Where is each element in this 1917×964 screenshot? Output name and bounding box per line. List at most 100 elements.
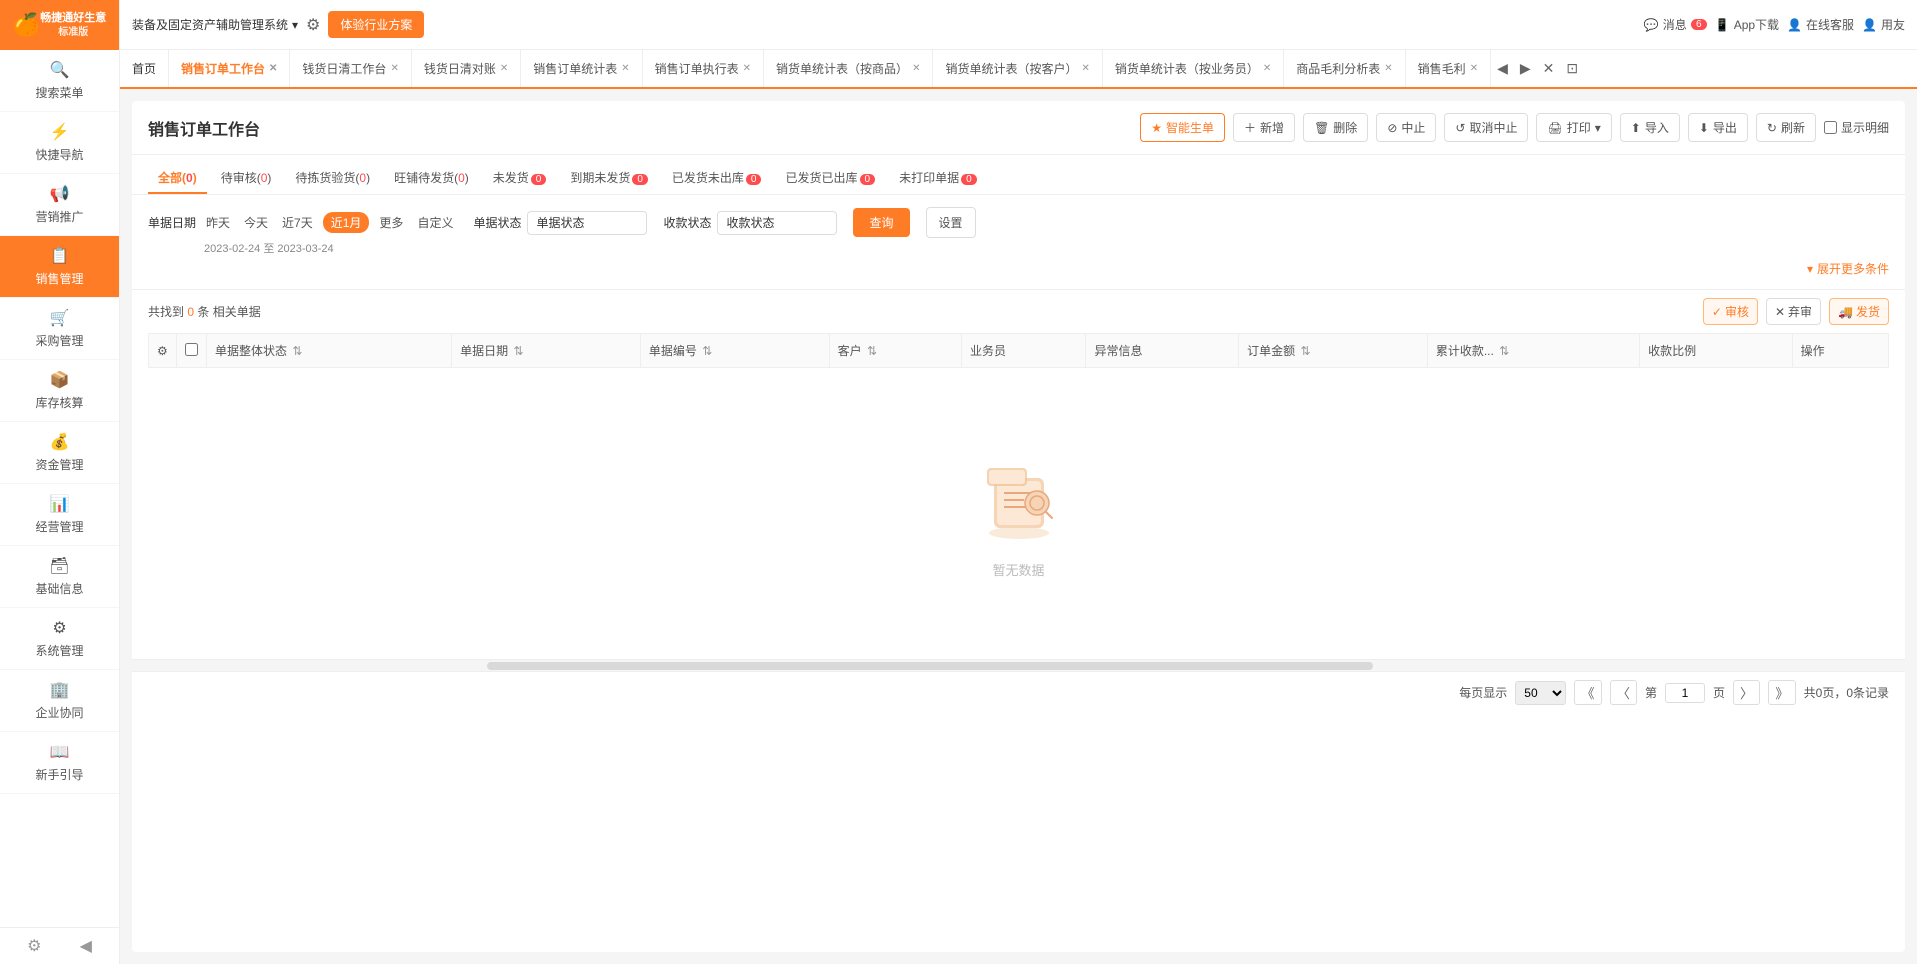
tab-close-sales-order-exec[interactable]: ✕: [743, 63, 751, 74]
tab-close-sales-profit[interactable]: ✕: [1470, 63, 1478, 74]
sidebar-item-marketing[interactable]: 📢 营销推广: [0, 174, 119, 236]
date-opt-custom[interactable]: 自定义: [413, 212, 457, 233]
select-all-checkbox[interactable]: [185, 343, 198, 356]
message-btn[interactable]: 💬 消息 6: [1644, 16, 1707, 33]
sub-tab-all[interactable]: 全部(0): [148, 163, 207, 194]
sub-tab-pending-inspect[interactable]: 待拣货验货(0): [285, 163, 380, 194]
tab-cash-reconcile[interactable]: 钱货日清对账 ✕: [412, 50, 521, 87]
scrollbar-thumb[interactable]: [487, 662, 1374, 670]
sub-tab-wangpu-pending-ship[interactable]: 旺铺待发货(0): [384, 163, 479, 194]
show-detail-checkbox[interactable]: [1824, 121, 1837, 134]
th-date-sort[interactable]: ⇅: [513, 344, 523, 358]
expand-filter-btn[interactable]: ▾ 展开更多条件: [1807, 260, 1889, 277]
sub-tab-not-shipped[interactable]: 未发货0: [483, 163, 557, 194]
th-number-sort[interactable]: ⇅: [702, 344, 712, 358]
export-btn[interactable]: ⬇ 导出: [1688, 113, 1748, 142]
column-settings-icon[interactable]: ⚙: [157, 344, 168, 358]
sidebar-item-purchase[interactable]: 🛒 采购管理: [0, 298, 119, 360]
topbar-gear-icon[interactable]: ⚙: [306, 15, 320, 35]
sidebar-item-inventory[interactable]: 📦 库存核算: [0, 360, 119, 422]
last-page-btn[interactable]: 》: [1768, 680, 1795, 705]
sidebar-item-basic[interactable]: 🗃 基础信息: [0, 546, 119, 608]
tab-product-margin[interactable]: 商品毛利分析表 ✕: [1284, 50, 1405, 87]
cancel-suspend-btn[interactable]: ↺ 取消中止: [1444, 113, 1528, 142]
query-btn[interactable]: 查询: [853, 208, 909, 237]
status-select[interactable]: 单据状态: [527, 211, 647, 235]
download-icon: 📱: [1715, 18, 1730, 32]
payment-select[interactable]: 收款状态: [717, 211, 837, 235]
new-btn[interactable]: ＋ 新增: [1233, 113, 1295, 142]
next-page-btn[interactable]: 〉: [1733, 680, 1760, 705]
approve-icon: ✓: [1712, 305, 1722, 319]
tab-close-cash-reconcile[interactable]: ✕: [500, 63, 508, 74]
sidebar-item-search[interactable]: 🔍 搜索菜单: [0, 50, 119, 112]
th-status-sort[interactable]: ⇅: [292, 344, 302, 358]
sub-tab-not-printed[interactable]: 未打印单据0: [889, 163, 987, 194]
ship-btn[interactable]: 🚚 发货: [1829, 298, 1889, 325]
tab-close-cash-daily[interactable]: ✕: [390, 63, 398, 74]
tab-close-sales-stats-customer[interactable]: ✕: [1081, 63, 1089, 74]
suspend-btn[interactable]: ⊘ 中止: [1376, 113, 1436, 142]
tab-cash-daily[interactable]: 钱货日清工作台 ✕: [290, 50, 411, 87]
first-page-btn[interactable]: 《: [1574, 680, 1601, 705]
sidebar-settings-icon[interactable]: ⚙: [27, 936, 41, 956]
tab-close-sales-order-stats[interactable]: ✕: [621, 63, 629, 74]
tab-close-product-margin[interactable]: ✕: [1384, 63, 1392, 74]
th-amount-sort[interactable]: ⇅: [1300, 344, 1310, 358]
prev-page-btn[interactable]: 〈: [1610, 680, 1637, 705]
app-download-btn[interactable]: 📱 App下载: [1715, 16, 1779, 33]
tab-sales-order-stats[interactable]: 销售订单统计表 ✕: [521, 50, 642, 87]
tab-home[interactable]: 首页: [120, 50, 169, 87]
refresh-btn[interactable]: ↻ 刷新: [1756, 113, 1816, 142]
tab-sales-stats-by-customer[interactable]: 销货单统计表（按客户） ✕: [933, 50, 1102, 87]
th-customer-sort[interactable]: ⇅: [867, 344, 877, 358]
ai-btn[interactable]: ★ 智能生单: [1140, 113, 1225, 142]
tab-close-sales-stats-staff[interactable]: ✕: [1263, 63, 1271, 74]
date-opt-yesterday[interactable]: 昨天: [202, 212, 234, 233]
tab-sales-order-exec[interactable]: 销售订单执行表 ✕: [643, 50, 764, 87]
th-collected-sort[interactable]: ⇅: [1499, 344, 1509, 358]
sub-tab-pending-review[interactable]: 待审核(0): [211, 163, 282, 194]
tab-close-sales-stats-product[interactable]: ✕: [912, 63, 920, 74]
sidebar-item-quick-nav-label: 快捷导航: [35, 146, 83, 163]
date-opt-more[interactable]: 更多: [375, 212, 407, 233]
tab-expand-btn[interactable]: ⊡: [1560, 52, 1584, 85]
date-opt-today[interactable]: 今天: [240, 212, 272, 233]
date-opt-7days[interactable]: 近7天: [278, 212, 317, 233]
delete-btn[interactable]: 🗑 删除: [1303, 113, 1368, 142]
user-menu[interactable]: 👤 用友: [1862, 16, 1905, 33]
sidebar-item-operations[interactable]: 📊 经营管理: [0, 484, 119, 546]
sidebar-collapse-icon[interactable]: ◀: [80, 936, 92, 956]
sidebar-item-quick-nav[interactable]: ⚡ 快捷导航: [0, 112, 119, 174]
sub-tab-shipped-not-in[interactable]: 已发货未出库0: [662, 163, 772, 194]
sub-tab-shipped-in[interactable]: 已发货已出库0: [775, 163, 885, 194]
tab-close-sales-order-workbench[interactable]: ✕: [269, 63, 277, 74]
sidebar-item-enterprise[interactable]: 🏢 企业协同: [0, 670, 119, 732]
print-btn[interactable]: 🖨 打印 ▾: [1536, 113, 1611, 142]
approve-btn[interactable]: ✓ 审核: [1703, 298, 1758, 325]
system-title-dropdown[interactable]: 装备及固定资产辅助管理系统 ▾: [132, 16, 298, 33]
show-detail-label[interactable]: 显示明细: [1824, 119, 1889, 136]
tab-scroll-left-btn[interactable]: ◀: [1491, 52, 1514, 85]
tab-sales-stats-by-staff[interactable]: 销货单统计表（按业务员） ✕: [1103, 50, 1284, 87]
trial-btn[interactable]: 体验行业方案: [328, 11, 424, 38]
tab-scroll-right-btn[interactable]: ▶: [1514, 52, 1537, 85]
tab-sales-order-workbench[interactable]: 销售订单工作台 ✕: [169, 50, 290, 89]
settings-btn[interactable]: 设置: [926, 207, 976, 238]
horizontal-scrollbar[interactable]: [132, 659, 1905, 671]
sidebar-item-sales[interactable]: 📋 销售管理: [0, 236, 119, 298]
tab-close-all-btn[interactable]: ✕: [1537, 52, 1561, 85]
page-input[interactable]: [1665, 683, 1705, 703]
sidebar-item-system[interactable]: ⚙ 系统管理: [0, 608, 119, 670]
online-service-btn[interactable]: 👤 在线客服: [1787, 16, 1854, 33]
sub-tab-expired-not-shipped[interactable]: 到期未发货0: [560, 163, 658, 194]
tab-sales-profit[interactable]: 销售毛利 ✕: [1406, 50, 1491, 87]
tab-sales-stats-by-product[interactable]: 销货单统计表（按商品） ✕: [764, 50, 933, 87]
sidebar-item-marketing-label: 营销推广: [35, 208, 83, 225]
sidebar-item-finance[interactable]: 💰 资金管理: [0, 422, 119, 484]
cancel-approve-btn[interactable]: ✕ 弃审: [1766, 298, 1821, 325]
date-opt-1month[interactable]: 近1月: [323, 212, 370, 233]
page-size-select[interactable]: 50 10 20 100: [1515, 681, 1566, 705]
sidebar-item-guide[interactable]: 📖 新手引导: [0, 732, 119, 794]
import-btn[interactable]: ⬆ 导入: [1620, 113, 1680, 142]
